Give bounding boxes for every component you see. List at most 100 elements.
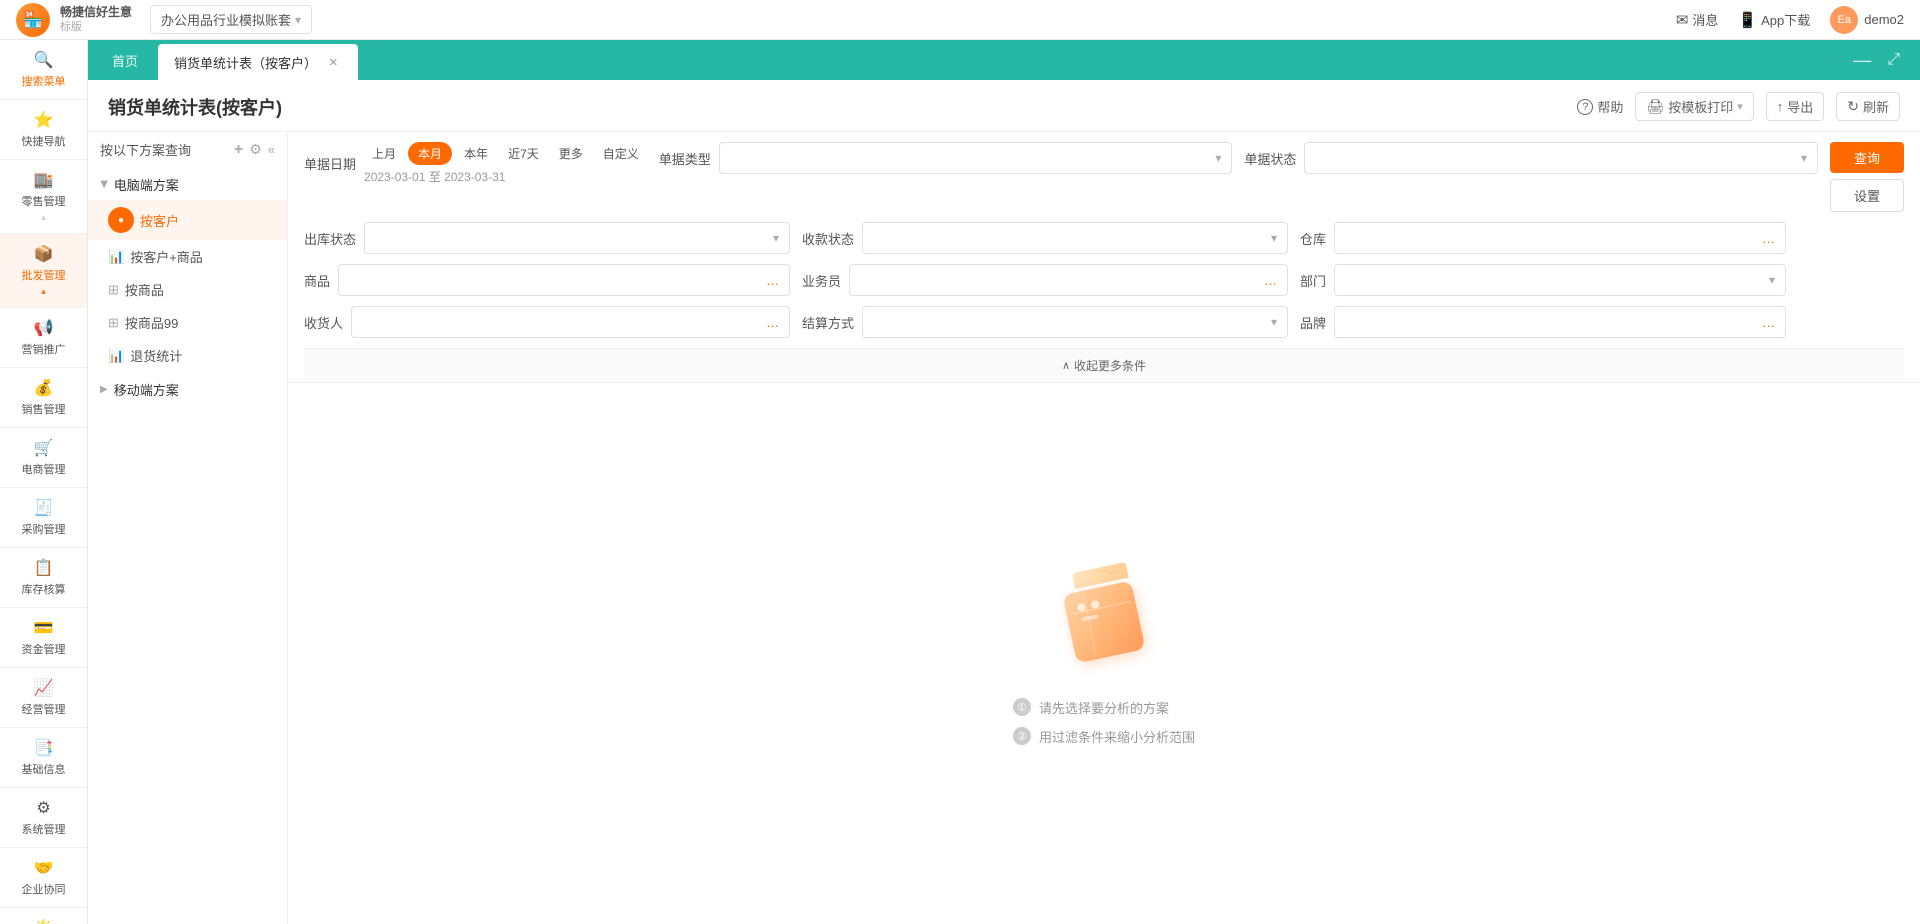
app-title-sub: 标版	[60, 20, 132, 34]
filter-row-3: 商品 … 业务员 …	[304, 264, 1904, 296]
app-download-label: App下载	[1761, 10, 1810, 29]
tab-home[interactable]: 首页	[96, 40, 154, 80]
warehouse-more-icon: …	[1762, 231, 1775, 246]
sales-label: 销售管理	[22, 401, 66, 417]
tree-desktop-arrow: ▶	[98, 181, 109, 189]
recipient-more-icon: …	[766, 315, 779, 330]
tree-desktop-parent[interactable]: ▶ 电脑端方案	[88, 169, 287, 200]
help-btn[interactable]: ? 帮助	[1577, 97, 1623, 116]
recipient-control[interactable]: …	[351, 306, 790, 338]
retail-label: 零售管理	[22, 193, 66, 209]
chart-icon-1: 📊	[108, 249, 124, 265]
sidebar-item-finance[interactable]: 💳 资金管理	[0, 608, 87, 668]
tab-active[interactable]: 销货单统计表（按客户） ×	[158, 44, 358, 80]
settings-btn[interactable]: 设置	[1830, 179, 1904, 212]
tree-desktop-label: 电脑端方案	[114, 175, 179, 194]
page-header: 销货单统计表(按客户) ? 帮助 🖨 按模板打印 ▾ ↑ 导出	[88, 80, 1920, 132]
tree-item-customer-product[interactable]: 📊 按客户+商品	[88, 240, 287, 273]
doc-type-control[interactable]: ▾	[719, 142, 1233, 174]
sidebar-item-newbie[interactable]: 🌟 新手引导	[0, 908, 87, 924]
doc-status-control[interactable]: ▾	[1304, 142, 1818, 174]
department-arrow-icon: ▾	[1769, 273, 1775, 287]
filter-out-status-item: 出库状态 ▾	[304, 222, 790, 254]
app-selector[interactable]: 办公用品行业模拟账套 ▾	[150, 5, 312, 34]
tab-maximize-btn[interactable]: ⤢	[1883, 47, 1904, 73]
panel-add-btn[interactable]: +	[234, 141, 243, 159]
tree-mobile-label: 移动端方案	[114, 380, 179, 399]
help-icon: ?	[1577, 99, 1593, 115]
avatar: Ea	[1830, 6, 1858, 34]
date-tab-last7days[interactable]: 近7天	[500, 142, 547, 165]
sidebar-item-sales[interactable]: 💰 销售管理	[0, 368, 87, 428]
sidebar-item-wholesale[interactable]: 📦 批发管理 ▴	[0, 234, 87, 308]
sidebar-item-purchase[interactable]: 🧾 采购管理	[0, 488, 87, 548]
top-header: 🏪 畅捷信好生意 标版 办公用品行业模拟账套 ▾ ✉ 消息 📱 App下载 Ea…	[0, 0, 1920, 40]
sidebar-item-marketing[interactable]: 📢 营销推广	[0, 308, 87, 368]
doc-type-label: 单据类型	[659, 149, 711, 168]
date-tab-custom[interactable]: 自定义	[595, 142, 647, 165]
logo-area: 🏪 畅捷信好生意 标版 办公用品行业模拟账套 ▾	[16, 3, 312, 37]
message-btn[interactable]: ✉ 消息	[1676, 10, 1719, 29]
date-tab-more[interactable]: 更多	[551, 142, 591, 165]
salesperson-control[interactable]: …	[849, 264, 1288, 296]
date-tab-this-year[interactable]: 本年	[456, 142, 496, 165]
product-control[interactable]: …	[338, 264, 790, 296]
panel-settings-btn[interactable]: ⚙	[249, 141, 262, 158]
tree-item-return-label: 退货统计	[130, 346, 182, 365]
finance-label: 资金管理	[22, 641, 66, 657]
sidebar-item-retail[interactable]: 🏬 零售管理 ▴	[0, 160, 87, 234]
collapse-label: 收起更多条件	[1074, 357, 1146, 374]
panel-collapse-btn[interactable]: «	[268, 142, 275, 157]
ops-label: 经营管理	[22, 701, 66, 717]
main-layout: 🔍 搜索菜单 ⭐ 快捷导航 🏬 零售管理 ▴ 📦 批发管理 ▴ 📢 营销推广 💰…	[0, 40, 1920, 924]
hint-text-2: 用过滤条件来缩小分析范围	[1039, 727, 1195, 746]
left-panel: 按以下方案查询 + ⚙ « ▶ 电脑端方案	[88, 132, 288, 924]
sidebar-item-inventory[interactable]: 📋 库存核算	[0, 548, 87, 608]
export-btn[interactable]: ↑ 导出	[1766, 92, 1825, 121]
user-area[interactable]: Ea demo2	[1830, 6, 1904, 34]
brand-control[interactable]: …	[1334, 306, 1786, 338]
receipt-status-control[interactable]: ▾	[862, 222, 1288, 254]
collapse-bar[interactable]: ∧ 收起更多条件	[304, 348, 1904, 382]
retail-icon: 🏬	[34, 170, 54, 190]
date-tab-last-month[interactable]: 上月	[364, 142, 404, 165]
tree-item-by-product99[interactable]: ⊞ 按商品99	[88, 306, 287, 339]
warehouse-control[interactable]: …	[1334, 222, 1786, 254]
tab-close-btn[interactable]: ×	[325, 52, 342, 73]
settlement-control[interactable]: ▾	[862, 306, 1288, 338]
purchase-label: 采购管理	[22, 521, 66, 537]
department-control[interactable]: ▾	[1334, 264, 1786, 296]
date-tabs: 上月 本月 本年 近7天 更多 自定义	[364, 142, 647, 165]
sidebar-item-basic[interactable]: 📑 基础信息	[0, 728, 87, 788]
empty-state: 〜 ① 请先选择要分析的方案 ② 用过滤条件来缩小分析范围	[288, 383, 1920, 924]
print-btn[interactable]: 🖨 按模板打印 ▾	[1635, 92, 1753, 121]
sidebar-item-search[interactable]: 🔍 搜索菜单	[0, 40, 87, 100]
date-tab-this-month[interactable]: 本月	[408, 142, 452, 165]
tree-item-return-stats[interactable]: 📊 退货统计	[88, 339, 287, 372]
sidebar-item-system[interactable]: ⚙ 系统管理	[0, 788, 87, 848]
filter-product-item: 商品 …	[304, 264, 790, 296]
export-label: 导出	[1787, 97, 1813, 116]
username: demo2	[1864, 12, 1904, 27]
sidebar-item-quicknav[interactable]: ⭐ 快捷导航	[0, 100, 87, 160]
tab-minimize-btn[interactable]: —	[1849, 46, 1875, 75]
app-download-icon: 📱	[1738, 11, 1757, 29]
sidebar-item-ops[interactable]: 📈 经营管理	[0, 668, 87, 728]
sidebar-item-enterprise[interactable]: 🤝 企业协同	[0, 848, 87, 908]
marketing-label: 营销推广	[22, 341, 66, 357]
app-download-btn[interactable]: 📱 App下载	[1738, 10, 1810, 29]
hint-num-2: ②	[1013, 727, 1031, 745]
tree-mobile-parent[interactable]: ▶ 移动端方案	[88, 374, 287, 405]
brand-label: 品牌	[1300, 313, 1326, 332]
tree-item-by-customer[interactable]: ● 按客户	[88, 200, 287, 240]
sidebar-item-ecommerce[interactable]: 🛒 电商管理	[0, 428, 87, 488]
page-content: 销货单统计表(按客户) ? 帮助 🖨 按模板打印 ▾ ↑ 导出	[88, 80, 1920, 924]
tree-item-by-product[interactable]: ⊞ 按商品	[88, 273, 287, 306]
hint-text-1: 请先选择要分析的方案	[1039, 698, 1169, 717]
filter-warehouse-item: 仓库 …	[1300, 222, 1786, 254]
out-status-control[interactable]: ▾	[364, 222, 790, 254]
out-status-label: 出库状态	[304, 229, 356, 248]
refresh-btn[interactable]: ↻ 刷新	[1836, 92, 1900, 121]
salesperson-label: 业务员	[802, 271, 841, 290]
query-btn[interactable]: 查询	[1830, 142, 1904, 173]
